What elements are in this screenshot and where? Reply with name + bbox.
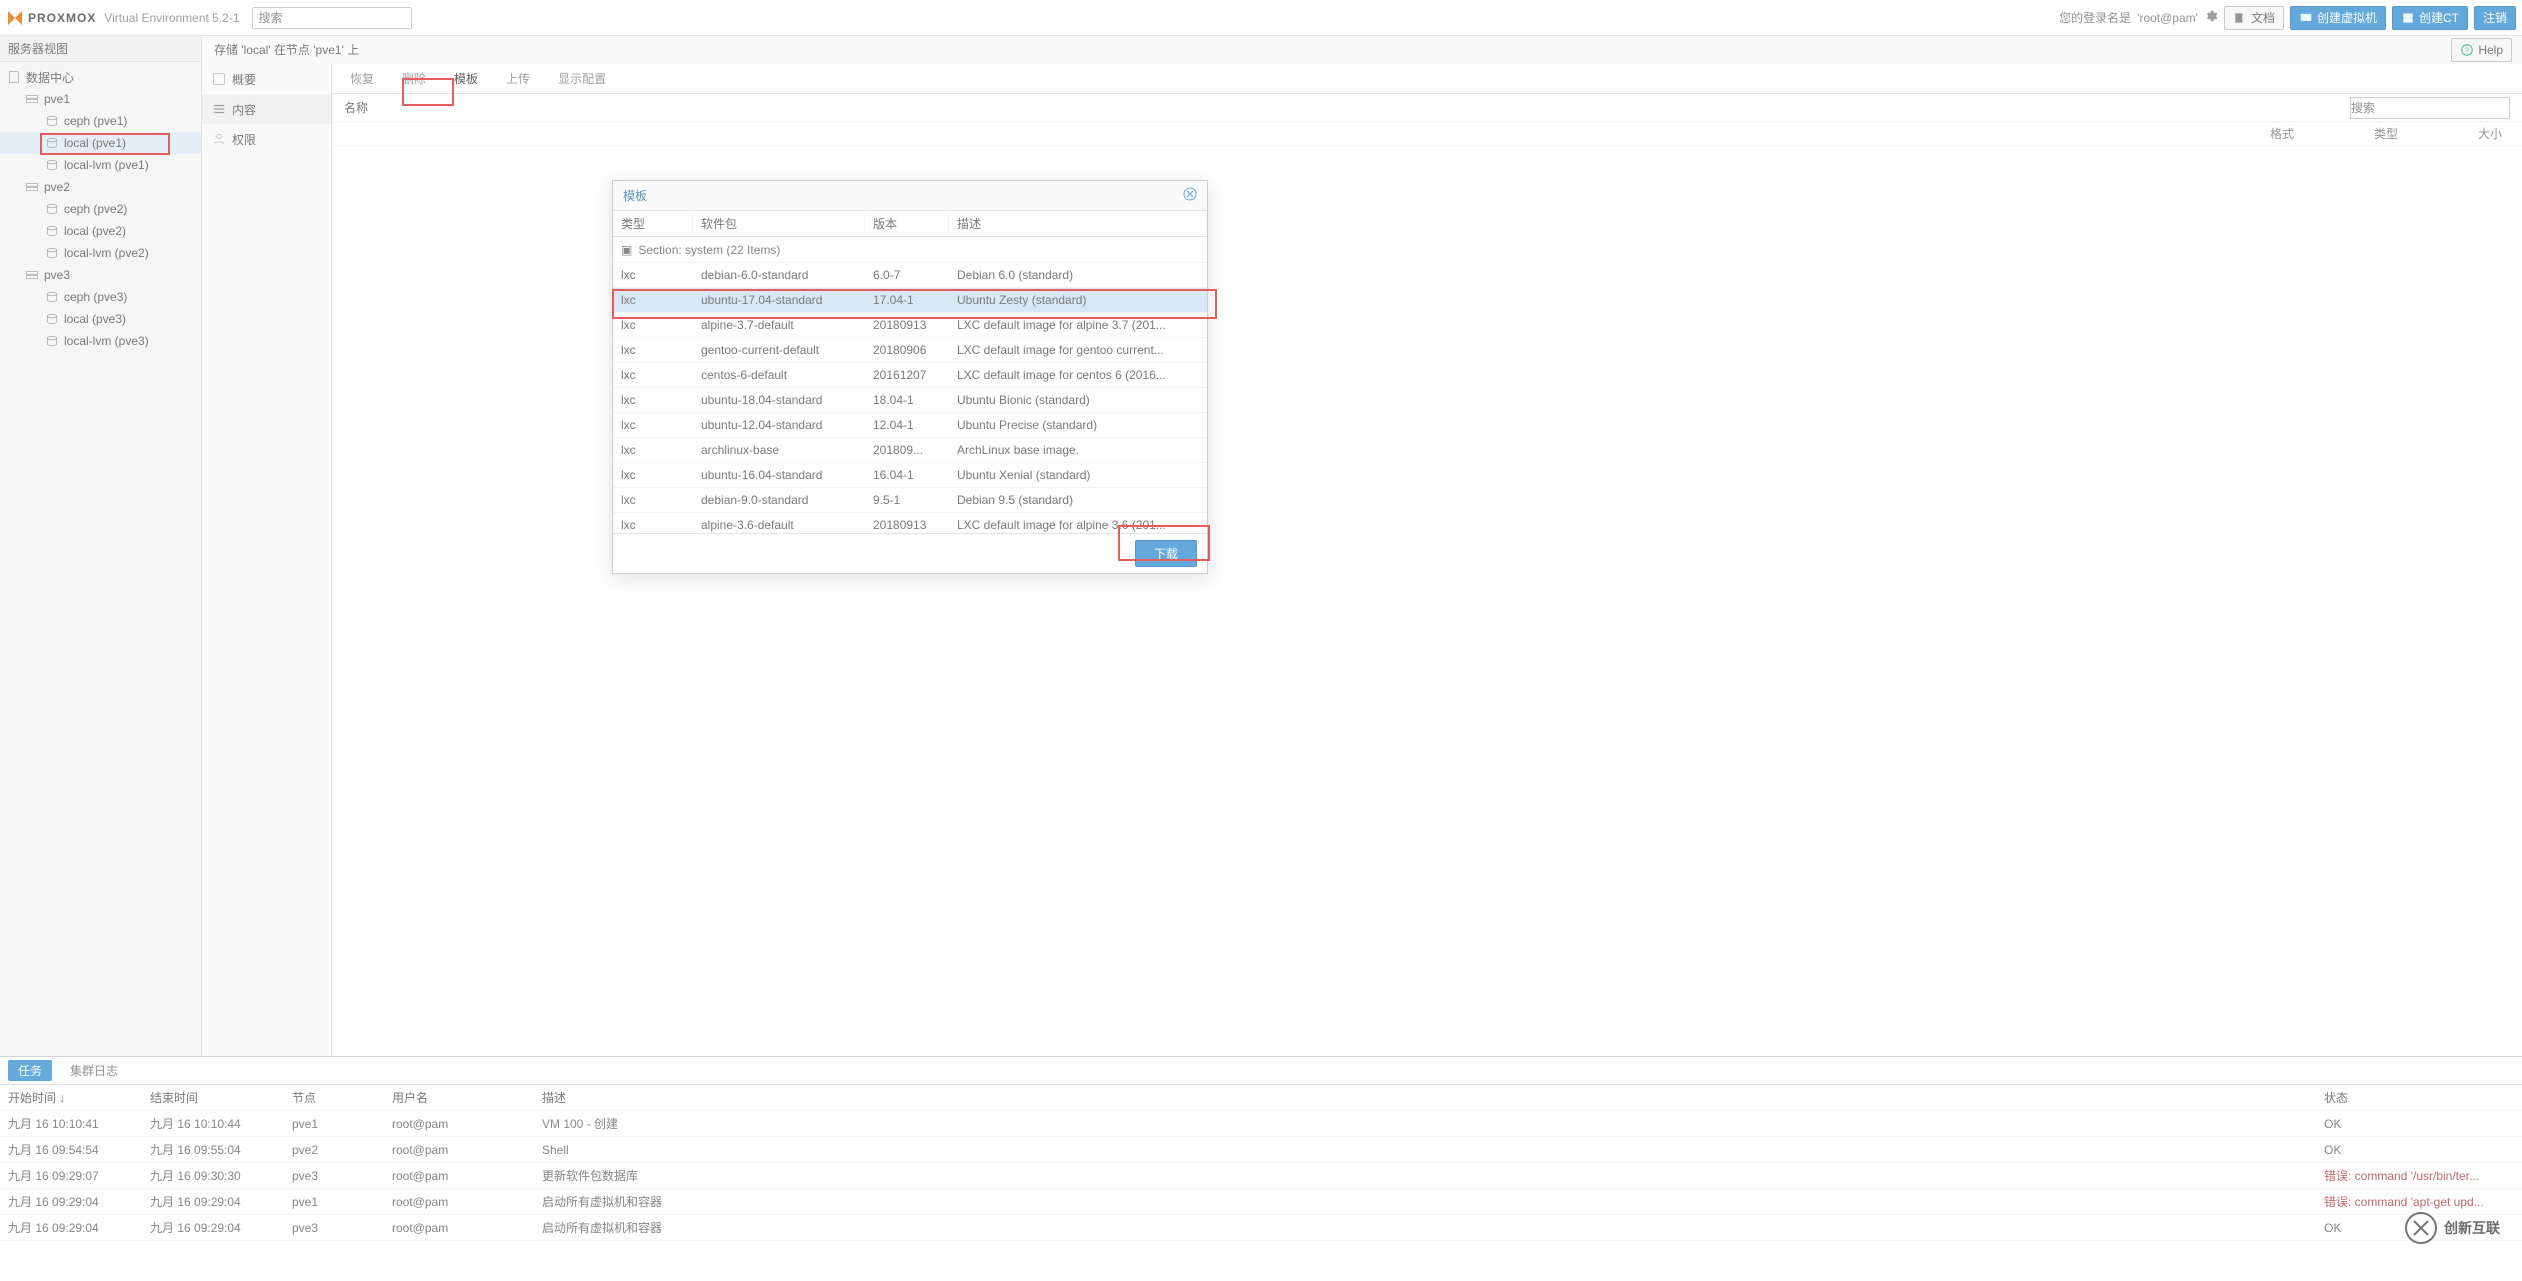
- modal-section-label: Section: system (22 Items): [638, 243, 780, 257]
- template-row-type: lxc: [613, 393, 693, 407]
- modal-col-package[interactable]: 软件包: [693, 215, 865, 232]
- template-row[interactable]: lxcubuntu-17.04-standard17.04-1Ubuntu Ze…: [613, 288, 1207, 313]
- template-row[interactable]: lxcalpine-3.7-default20180913LXC default…: [613, 313, 1207, 338]
- template-row-version: 12.04-1: [865, 418, 949, 432]
- template-row-type: lxc: [613, 518, 693, 532]
- template-row-description: Debian 6.0 (standard): [949, 268, 1207, 282]
- template-row-version: 20180913: [865, 518, 949, 532]
- template-row-type: lxc: [613, 268, 693, 282]
- template-row-description: Ubuntu Bionic (standard): [949, 393, 1207, 407]
- template-row-package: debian-9.0-standard: [693, 493, 865, 507]
- modal-col-type[interactable]: 类型: [613, 215, 693, 232]
- template-row[interactable]: lxcdebian-9.0-standard9.5-1Debian 9.5 (s…: [613, 488, 1207, 513]
- template-row-description: Ubuntu Precise (standard): [949, 418, 1207, 432]
- template-row-description: Ubuntu Zesty (standard): [949, 293, 1207, 307]
- template-row-package: ubuntu-16.04-standard: [693, 468, 865, 482]
- template-row[interactable]: lxcgentoo-current-default20180906LXC def…: [613, 338, 1207, 363]
- collapse-icon[interactable]: ▣: [621, 243, 632, 257]
- template-row-version: 6.0-7: [865, 268, 949, 282]
- template-row-package: centos-6-default: [693, 368, 865, 382]
- template-row[interactable]: lxcubuntu-18.04-standard18.04-1Ubuntu Bi…: [613, 388, 1207, 413]
- template-row-type: lxc: [613, 318, 693, 332]
- template-row-type: lxc: [613, 468, 693, 482]
- modal-mask: [0, 0, 2522, 1281]
- template-row[interactable]: lxcdebian-6.0-standard6.0-7Debian 6.0 (s…: [613, 263, 1207, 288]
- template-row-package: ubuntu-17.04-standard: [693, 293, 865, 307]
- template-row[interactable]: lxcarchlinux-base201809...ArchLinux base…: [613, 438, 1207, 463]
- download-label: 下载: [1154, 547, 1178, 561]
- download-button[interactable]: 下载: [1135, 540, 1197, 567]
- template-row-version: 16.04-1: [865, 468, 949, 482]
- modal-title: 模板: [623, 187, 647, 204]
- template-row-description: ArchLinux base image.: [949, 443, 1207, 457]
- template-row-version: 18.04-1: [865, 393, 949, 407]
- template-row-description: LXC default image for gentoo current...: [949, 343, 1207, 357]
- template-row-version: 9.5-1: [865, 493, 949, 507]
- template-row[interactable]: lxcubuntu-12.04-standard12.04-1Ubuntu Pr…: [613, 413, 1207, 438]
- template-row-description: LXC default image for alpine 3.7 (201...: [949, 318, 1207, 332]
- template-row-package: ubuntu-18.04-standard: [693, 393, 865, 407]
- template-row-package: archlinux-base: [693, 443, 865, 457]
- template-row-version: 17.04-1: [865, 293, 949, 307]
- template-row-description: LXC default image for centos 6 (2016...: [949, 368, 1207, 382]
- template-row-type: lxc: [613, 418, 693, 432]
- modal-section-header[interactable]: ▣ Section: system (22 Items): [613, 237, 1207, 263]
- template-row-version: 20180913: [865, 318, 949, 332]
- template-row-package: gentoo-current-default: [693, 343, 865, 357]
- template-row-type: lxc: [613, 343, 693, 357]
- source-badge: 创新互联: [2404, 1205, 2514, 1251]
- template-row-type: lxc: [613, 493, 693, 507]
- template-row-type: lxc: [613, 368, 693, 382]
- template-row-package: alpine-3.7-default: [693, 318, 865, 332]
- template-row-description: Debian 9.5 (standard): [949, 493, 1207, 507]
- template-row-package: debian-6.0-standard: [693, 268, 865, 282]
- template-row-description: Ubuntu Xenial (standard): [949, 468, 1207, 482]
- source-badge-label: 创新互联: [2444, 1218, 2500, 1238]
- template-row-type: lxc: [613, 443, 693, 457]
- template-row-version: 20180906: [865, 343, 949, 357]
- modal-col-version[interactable]: 版本: [865, 215, 949, 232]
- modal-col-description[interactable]: 描述: [949, 215, 1207, 232]
- template-row[interactable]: lxcubuntu-16.04-standard16.04-1Ubuntu Xe…: [613, 463, 1207, 488]
- template-row-package: ubuntu-12.04-standard: [693, 418, 865, 432]
- template-row-description: LXC default image for alpine 3.6 (201...: [949, 518, 1207, 532]
- template-row-type: lxc: [613, 293, 693, 307]
- template-row[interactable]: lxccentos-6-default20161207LXC default i…: [613, 363, 1207, 388]
- template-row-package: alpine-3.6-default: [693, 518, 865, 532]
- templates-modal: 模板 类型 软件包 版本 描述 ▣ Section: system (22 It…: [612, 180, 1208, 574]
- template-row-version: 20161207: [865, 368, 949, 382]
- template-row-version: 201809...: [865, 443, 949, 457]
- close-icon[interactable]: [1183, 187, 1197, 204]
- template-row[interactable]: lxcalpine-3.6-default20180913LXC default…: [613, 513, 1207, 533]
